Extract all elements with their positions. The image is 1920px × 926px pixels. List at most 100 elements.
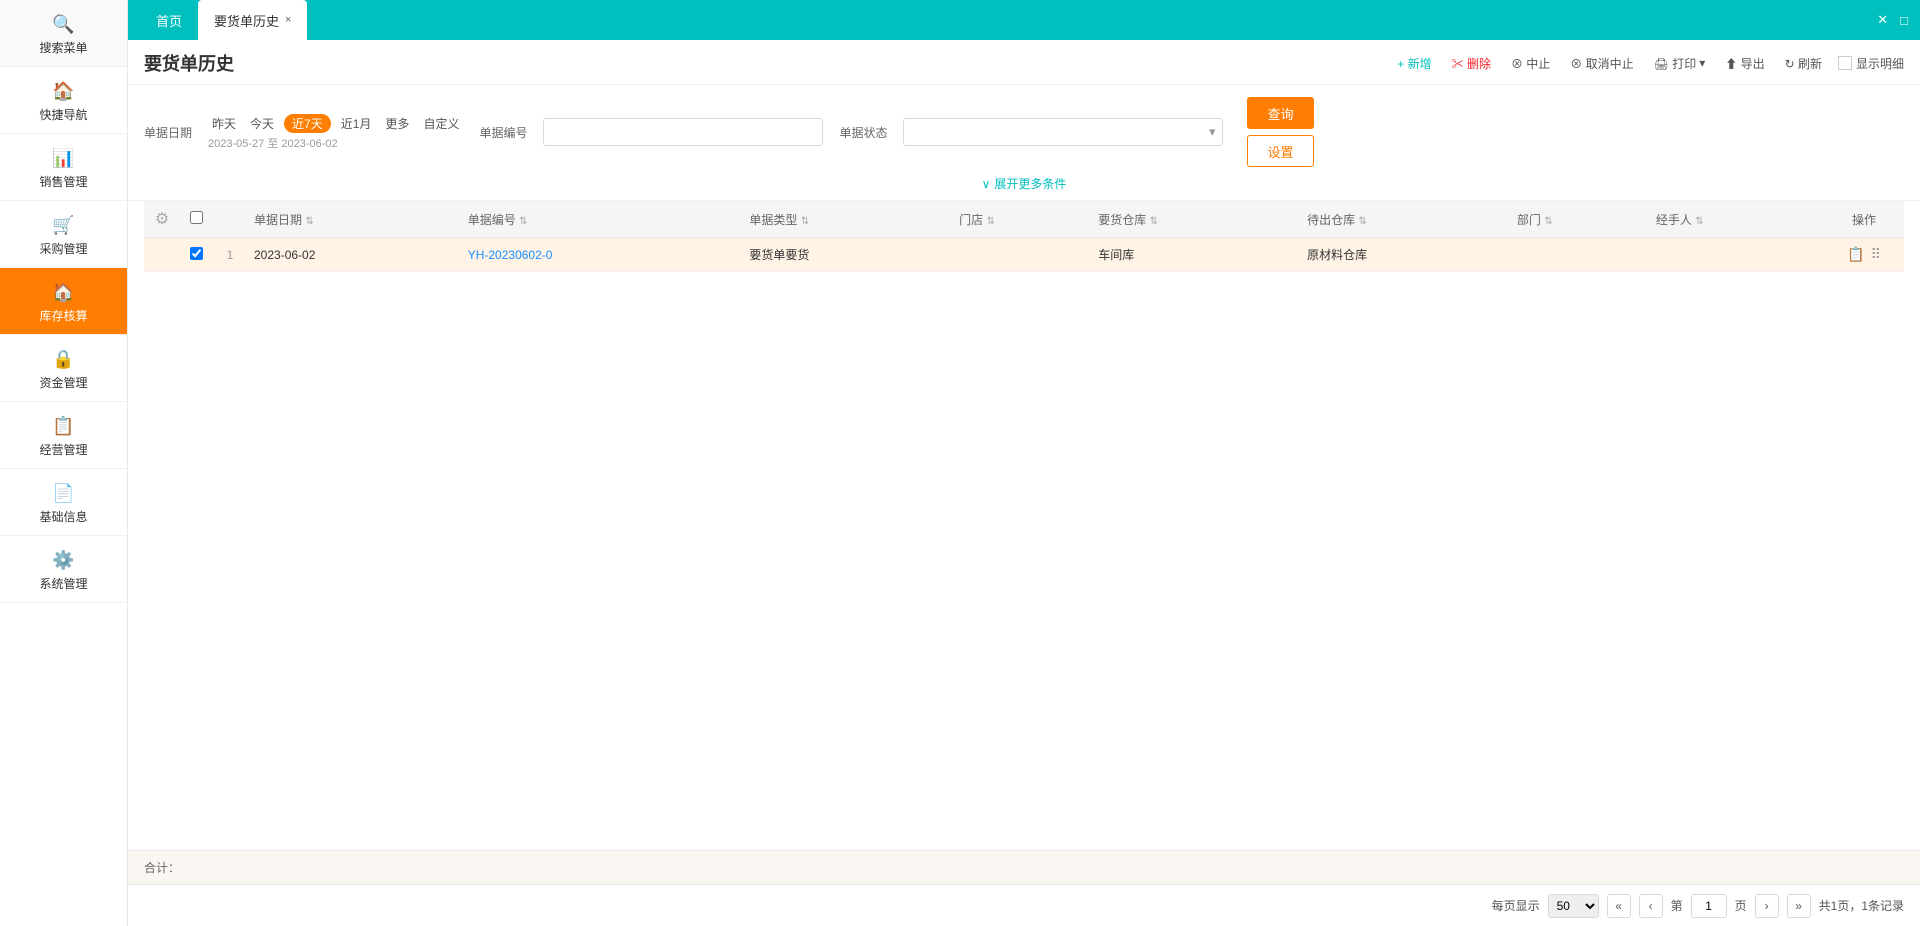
sidebar-item-sales-mgmt[interactable]: 📊 销售管理 [0,134,127,201]
inventory-mgmt-icon: 🏠 [52,282,74,303]
sidebar-item-operations-mgmt[interactable]: 📋 经营管理 [0,402,127,469]
sidebar-item-label: 快捷导航 [39,106,87,123]
sort-doc-number-icon[interactable]: ⇅ [519,216,527,227]
doc-number-input[interactable] [543,118,823,146]
page-header: 要货单历史 + 新增 ✂ 删除 ⊗ 中止 ⊗ 取消中止 🖨 打印 ▾ [128,40,1920,85]
table-row[interactable]: 1 2023-06-02 YH-20230602-0 要货单要货 车间库 原材料… [144,238,1904,272]
row-more-icon[interactable]: ⠿ [1871,246,1881,263]
sidebar: 🔍 搜索菜单 🏠 快捷导航 📊 销售管理 🛒 采购管理 🏠 库存核算 🔒 资金管… [0,0,128,926]
stop-button[interactable]: ⊗ 中止 [1507,55,1554,72]
col-checkbox [180,201,212,238]
shortcut-1month[interactable]: 近1月 [337,114,376,133]
row-edit-icon[interactable]: 📋 [1847,246,1864,263]
expand-more-btn[interactable]: ∨ 展开更多条件 [144,175,1904,192]
row-doc-number-cell: YH-20230602-0 [462,238,744,272]
page-first-btn[interactable]: « [1607,894,1631,918]
query-button[interactable]: 查询 [1247,97,1313,129]
column-settings-icon[interactable]: ⚙ [155,211,169,228]
export-button[interactable]: ⬆ 导出 [1721,55,1768,72]
page-label-before: 第 [1671,897,1683,914]
doc-status-select[interactable] [903,118,1223,146]
col-doc-date: 单据日期 ⇅ [248,201,462,238]
sidebar-item-label: 库存核算 [39,307,87,324]
per-page-label: 每页显示 [1492,897,1540,914]
quick-nav-icon: 🏠 [52,81,74,102]
row-checkbox[interactable] [190,247,203,260]
table-footer: 合计： [128,850,1920,884]
doc-status-wrap: ▾ [903,118,1223,146]
display-detail-toggle[interactable]: 显示明细 [1838,55,1904,72]
shortcut-custom[interactable]: 自定义 [419,114,463,133]
row-handler-cell [1650,238,1824,272]
sidebar-item-label: 采购管理 [39,240,87,257]
shortcut-7days[interactable]: 近7天 [284,114,331,133]
date-shortcuts-group: 昨天 今天 近7天 近1月 更多 自定义 2023-05-27 至 2023-0… [208,114,463,151]
page-next-btn[interactable]: › [1755,894,1779,918]
sort-store-icon[interactable]: ⇅ [987,216,995,227]
sidebar-item-inventory-mgmt[interactable]: 🏠 库存核算 [0,268,127,335]
doc-number-link[interactable]: YH-20230602-0 [468,248,553,262]
row-checkbox-cell [180,238,212,272]
cancel-stop-button[interactable]: ⊗ 取消中止 [1566,55,1637,72]
tab-close-icon[interactable]: × [285,14,291,26]
delete-button[interactable]: ✂ 删除 [1448,55,1495,72]
sidebar-item-system-mgmt[interactable]: ⚙️ 系统管理 [0,536,127,603]
finance-mgmt-icon: 🔒 [52,349,74,370]
new-button[interactable]: + 新增 [1393,55,1435,72]
sort-doc-type-icon[interactable]: ⇅ [801,216,809,227]
sort-handler-icon[interactable]: ⇅ [1695,216,1703,227]
sidebar-item-basic-info[interactable]: 📄 基础信息 [0,469,127,536]
row-pending-warehouse-cell: 原材料仓库 [1301,238,1511,272]
refresh-button[interactable]: ↻ 刷新 [1781,55,1826,72]
main-area: 首页 要货单历史 × ✕ □ 要货单历史 + 新增 ✂ 删除 ⊗ 中止 [128,0,1920,926]
col-action: 操作 [1824,201,1904,238]
sidebar-item-label: 搜索菜单 [39,39,87,56]
basic-info-icon: 📄 [52,483,74,504]
row-doc-date-cell: 2023-06-02 [248,238,462,272]
settings-button[interactable]: 设置 [1247,135,1313,167]
col-doc-number: 单据编号 ⇅ [462,201,744,238]
shortcut-more[interactable]: 更多 [381,114,413,133]
page-last-btn[interactable]: » [1787,894,1811,918]
row-department-cell [1511,238,1650,272]
doc-number-wrap [543,118,823,146]
row-settings-cell [144,238,180,272]
print-dropdown-icon[interactable]: ▾ [1699,56,1705,70]
sidebar-item-search-menu[interactable]: 🔍 搜索菜单 [0,0,127,67]
page-prev-btn[interactable]: ‹ [1639,894,1663,918]
action-icons-group: 📋 ⠿ [1830,246,1898,263]
row-num-cell: 1 [212,238,248,272]
per-page-select[interactable]: 20 50 100 200 [1548,894,1599,918]
shortcut-today[interactable]: 今天 [246,114,278,133]
window-close-btn[interactable]: ✕ [1877,12,1888,28]
window-maximize-btn[interactable]: □ [1900,13,1908,28]
topbar: 首页 要货单历史 × ✕ □ [128,0,1920,40]
tab-home[interactable]: 首页 [140,0,198,40]
page-input[interactable] [1691,894,1727,918]
sort-req-warehouse-icon[interactable]: ⇅ [1150,216,1158,227]
col-num [212,201,248,238]
col-store: 门店 ⇅ [953,201,1092,238]
sales-mgmt-icon: 📊 [52,148,74,169]
filter-buttons: 查询 设置 [1247,97,1313,167]
sidebar-item-quick-nav[interactable]: 🏠 快捷导航 [0,67,127,134]
col-pending-warehouse: 待出仓库 ⇅ [1301,201,1511,238]
display-detail-checkbox[interactable] [1838,56,1852,70]
shortcut-yesterday[interactable]: 昨天 [208,114,240,133]
sidebar-item-label: 系统管理 [39,575,87,592]
page-title: 要货单历史 [144,50,1385,76]
sidebar-item-purchase-mgmt[interactable]: 🛒 采购管理 [0,201,127,268]
filter-area: 单据日期 昨天 今天 近7天 近1月 更多 自定义 2023-05-27 至 2… [128,85,1920,201]
sort-department-icon[interactable]: ⇅ [1544,216,1552,227]
col-req-warehouse: 要货仓库 ⇅ [1092,201,1301,238]
tab-active[interactable]: 要货单历史 × [198,0,307,40]
sidebar-item-finance-mgmt[interactable]: 🔒 资金管理 [0,335,127,402]
sort-pending-warehouse-icon[interactable]: ⇅ [1359,216,1367,227]
footer-total-label: 合计： [144,861,180,875]
date-shortcuts: 昨天 今天 近7天 近1月 更多 自定义 [208,114,463,133]
row-req-warehouse-cell: 车间库 [1092,238,1301,272]
row-action-cell: 📋 ⠿ [1824,238,1904,272]
print-button[interactable]: 🖨 打印 ▾ [1650,55,1710,72]
select-all-checkbox[interactable] [190,211,203,224]
sort-doc-date-icon[interactable]: ⇅ [305,216,313,227]
